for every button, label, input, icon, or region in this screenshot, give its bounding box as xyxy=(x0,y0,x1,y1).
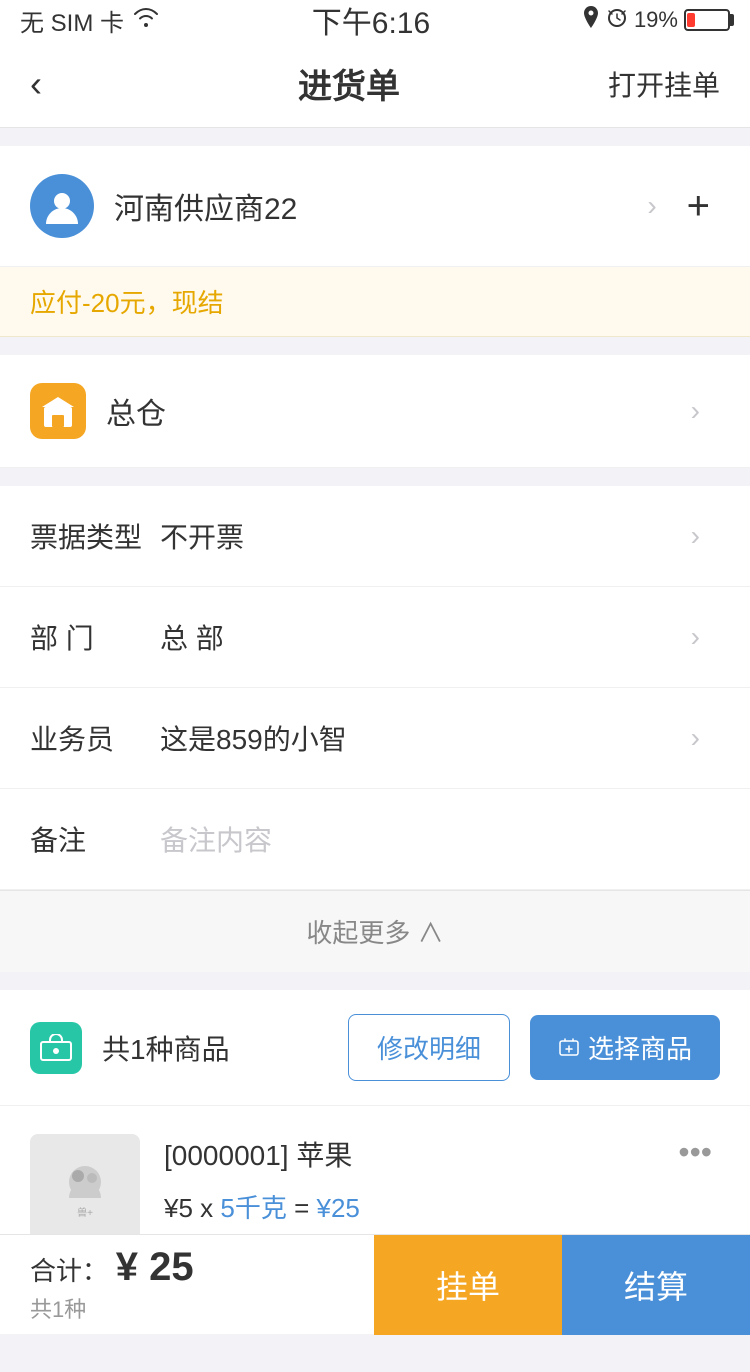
products-section: 共1种商品 修改明细 选择商品 兽+ xyxy=(0,990,750,1272)
product-thumbnail: 兽+ xyxy=(30,1134,140,1244)
supplier-avatar xyxy=(30,174,94,238)
hold-button[interactable]: 挂单 xyxy=(374,1235,562,1335)
department-value: 总 部 xyxy=(160,617,691,657)
section-gap-2 xyxy=(0,337,750,355)
warehouse-row[interactable]: 总仓 › xyxy=(0,355,750,468)
salesperson-row[interactable]: 业务员 这是859的小智 › xyxy=(0,688,750,789)
salesperson-label: 业务员 xyxy=(30,718,160,758)
form-section: 票据类型 不开票 › 部 门 总 部 › 业务员 这是859的小智 › 备注 备… xyxy=(0,486,750,972)
battery-icon xyxy=(684,9,730,31)
carrier-text: 无 SIM 卡 xyxy=(20,3,124,38)
department-label: 部 门 xyxy=(30,617,160,657)
warehouse-section: 总仓 › xyxy=(0,355,750,468)
section-gap-4 xyxy=(0,972,750,990)
invoice-type-value: 不开票 xyxy=(160,516,691,556)
select-product-button[interactable]: 选择商品 xyxy=(530,1015,720,1080)
total-row: 合计： ¥ 25 xyxy=(30,1245,344,1290)
footer: 合计： ¥ 25 共1种 挂单 结算 xyxy=(0,1234,750,1334)
supplier-name: 河南供应商22 xyxy=(114,184,647,228)
select-product-label: 选择商品 xyxy=(588,1029,692,1066)
footer-total: 合计： ¥ 25 共1种 xyxy=(0,1245,374,1324)
nav-bar: ‹ 进货单 打开挂单 xyxy=(0,40,750,128)
supplier-chevron-icon: › xyxy=(647,190,656,222)
back-button[interactable]: ‹ xyxy=(30,63,90,105)
total-amount: ¥ 25 xyxy=(116,1245,194,1289)
section-gap-1 xyxy=(0,128,750,146)
add-supplier-button[interactable]: + xyxy=(677,184,720,229)
supplier-notice: 应付-20元，现结 xyxy=(0,267,750,337)
product-more-button[interactable]: ••• xyxy=(670,1134,720,1171)
page-title: 进货单 xyxy=(298,59,400,108)
salesperson-value: 这是859的小智 xyxy=(160,718,691,758)
products-icon-container xyxy=(30,1022,82,1074)
invoice-type-row[interactable]: 票据类型 不开票 › xyxy=(0,486,750,587)
remark-label: 备注 xyxy=(30,819,160,859)
warehouse-label: 总仓 xyxy=(106,389,691,433)
status-left: 无 SIM 卡 xyxy=(20,3,160,38)
checkout-button[interactable]: 结算 xyxy=(562,1235,750,1335)
svg-text:兽+: 兽+ xyxy=(77,1206,93,1219)
section-gap-3 xyxy=(0,468,750,486)
warehouse-chevron-icon: › xyxy=(691,395,700,427)
product-info: [0000001] 苹果 ¥5 x 5千克 = ¥25 xyxy=(164,1134,670,1225)
department-row[interactable]: 部 门 总 部 › xyxy=(0,587,750,688)
invoice-type-chevron-icon: › xyxy=(691,520,700,552)
open-hold-button[interactable]: 打开挂单 xyxy=(608,64,720,104)
wifi-icon xyxy=(132,6,160,34)
supplier-section: 河南供应商22 › + 应付-20元，现结 xyxy=(0,146,750,337)
products-count: 共1种商品 xyxy=(102,1028,328,1068)
edit-detail-button[interactable]: 修改明细 xyxy=(348,1014,510,1081)
status-time: 下午6:16 xyxy=(312,0,430,42)
product-price: ¥5 x 5千克 = ¥25 xyxy=(164,1188,670,1225)
location-icon xyxy=(582,6,600,34)
products-header: 共1种商品 修改明细 选择商品 xyxy=(0,990,750,1105)
warehouse-icon-container xyxy=(30,383,86,439)
supplier-row[interactable]: 河南供应商22 › + xyxy=(0,146,750,267)
department-chevron-icon: › xyxy=(691,621,700,653)
alarm-icon xyxy=(606,6,628,34)
remark-row[interactable]: 备注 备注内容 xyxy=(0,789,750,890)
battery-percent: 19% xyxy=(634,7,678,33)
total-label: 合计： xyxy=(30,1256,108,1286)
product-name: [0000001] 苹果 xyxy=(164,1134,670,1174)
invoice-type-label: 票据类型 xyxy=(30,516,160,556)
salesperson-chevron-icon: › xyxy=(691,722,700,754)
status-right: 19% xyxy=(582,6,730,34)
status-bar: 无 SIM 卡 下午6:16 19% xyxy=(0,0,750,40)
collapse-button[interactable]: 收起更多 ∧ xyxy=(0,890,750,972)
remark-input[interactable]: 备注内容 xyxy=(160,819,720,859)
total-sub: 共1种 xyxy=(30,1292,344,1324)
